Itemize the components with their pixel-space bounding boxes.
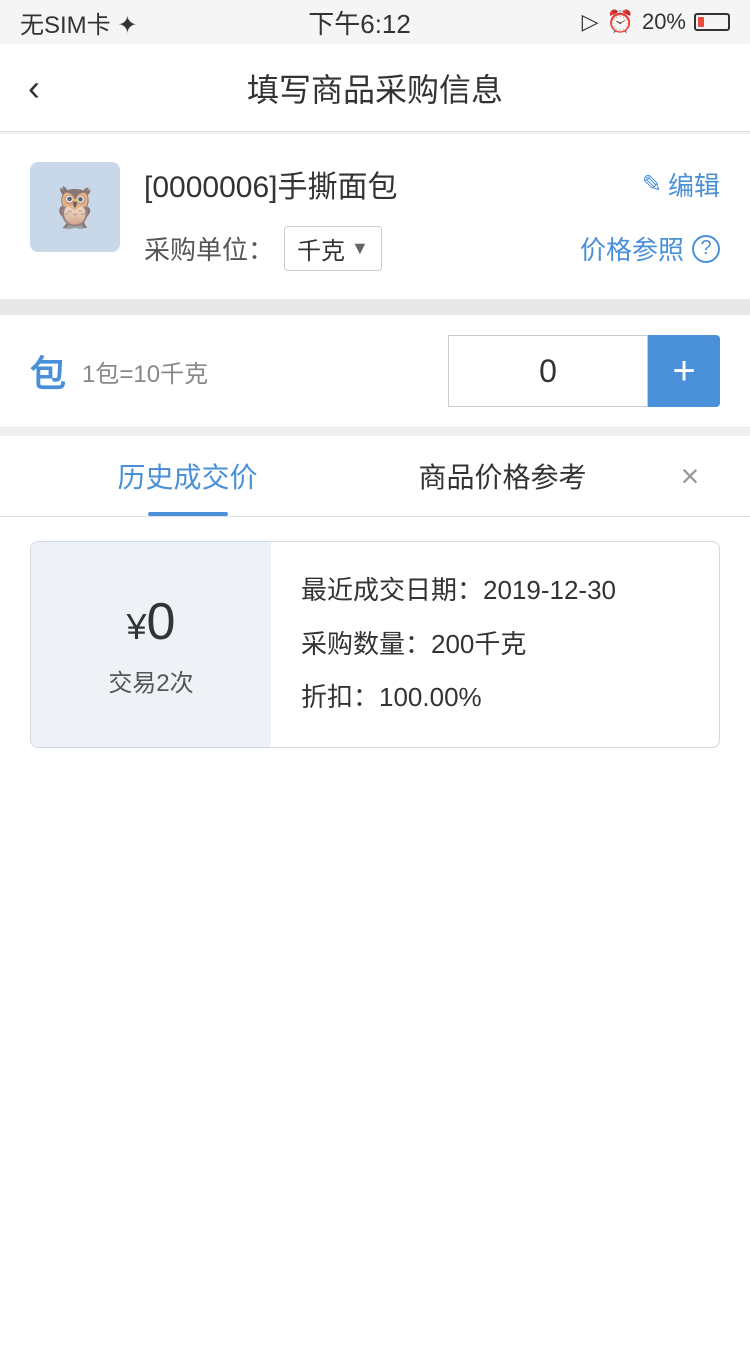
- detail-discount-value: 100.00%: [379, 682, 482, 712]
- quantity-conversion: 1包=10千克: [82, 354, 208, 389]
- tab-history-label: 历史成交价: [117, 456, 257, 496]
- product-info: [0000006]手撕面包 ✎ 编辑 采购单位： 千克 ▼ 价格参照 ?: [144, 162, 720, 271]
- unit-label: 采购单位： 千克 ▼: [144, 226, 382, 271]
- location-icon: ▷: [582, 9, 599, 35]
- close-icon: ×: [681, 458, 700, 495]
- status-time: 下午6:12: [308, 4, 411, 41]
- product-unit-row: 采购单位： 千克 ▼ 价格参照 ?: [144, 226, 720, 271]
- product-thumbnail-icon: 🦉: [50, 184, 100, 231]
- edit-icon: ✎: [642, 170, 662, 199]
- unit-value: 千克: [297, 231, 345, 266]
- unit-select[interactable]: 千克 ▼: [284, 226, 382, 271]
- quantity-input-area: 0 +: [448, 335, 720, 407]
- tab-price-ref[interactable]: 商品价格参考: [345, 436, 660, 516]
- edit-label: 编辑: [668, 166, 720, 203]
- content-fill: [0, 772, 750, 1372]
- quantity-value: 0: [539, 353, 557, 390]
- page-title: 填写商品采购信息: [247, 65, 503, 111]
- plus-icon: +: [672, 349, 695, 394]
- product-name: [0000006]手撕面包: [144, 162, 397, 206]
- transaction-right: 最近成交日期：2019-12-30 采购数量：200千克 折扣：100.00%: [271, 542, 719, 747]
- carrier-text: 无SIM卡 ✦: [20, 5, 137, 40]
- status-indicators: ▷ ⏰ 20%: [582, 9, 730, 35]
- tab-price-ref-label: 商品价格参考: [418, 456, 586, 496]
- back-button[interactable]: ‹: [28, 70, 40, 106]
- status-bar: 无SIM卡 ✦ 下午6:12 ▷ ⏰ 20%: [0, 0, 750, 44]
- quantity-unit-info: 包 1包=10千克: [30, 345, 208, 397]
- quantity-section: 包 1包=10千克 0 +: [0, 315, 750, 428]
- edit-link[interactable]: ✎ 编辑: [642, 166, 720, 203]
- quantity-input[interactable]: 0: [448, 335, 648, 407]
- detail-date-value: 2019-12-30: [483, 575, 616, 605]
- unit-label-text: 采购单位：: [144, 230, 274, 267]
- help-icon: ?: [692, 235, 720, 263]
- price-symbol: ¥: [127, 606, 147, 647]
- product-top-row: [0000006]手撕面包 ✎ 编辑: [144, 162, 720, 206]
- status-carrier: 无SIM卡 ✦: [20, 5, 137, 40]
- detail-date-key: 最近成交日期：: [301, 575, 483, 605]
- product-header: 🦉 [0000006]手撕面包 ✎ 编辑 采购单位： 千克 ▼: [30, 162, 720, 271]
- detail-qty-key: 采购数量：: [301, 629, 431, 659]
- quantity-plus-button[interactable]: +: [648, 335, 720, 407]
- battery-percent: 20%: [642, 9, 686, 35]
- unit-chevron-icon: ▼: [351, 238, 369, 259]
- transaction-detail-discount: 折扣：100.00%: [301, 677, 689, 719]
- tab-close-button[interactable]: ×: [660, 446, 720, 506]
- tabs-header: 历史成交价 商品价格参考 ×: [0, 436, 750, 517]
- price-value: 0: [147, 593, 176, 651]
- transaction-detail-date: 最近成交日期：2019-12-30: [301, 570, 689, 612]
- nav-bar: ‹ 填写商品采购信息: [0, 44, 750, 132]
- detail-discount-key: 折扣：: [301, 682, 379, 712]
- tab-history-price[interactable]: 历史成交价: [30, 436, 345, 516]
- transaction-card: ¥0 交易2次 最近成交日期：2019-12-30 采购数量：200千克 折扣：…: [30, 541, 720, 748]
- transaction-left: ¥0 交易2次: [31, 542, 271, 747]
- product-thumbnail: 🦉: [30, 162, 120, 252]
- price-ref-label: 价格参照: [580, 230, 684, 267]
- battery-icon: [694, 13, 730, 31]
- product-section: 🦉 [0000006]手撕面包 ✎ 编辑 采购单位： 千克 ▼: [0, 134, 750, 299]
- price-ref-link[interactable]: 价格参照 ?: [580, 230, 720, 267]
- transaction-count: 交易2次: [108, 663, 193, 698]
- transaction-price: ¥0: [127, 591, 176, 653]
- alarm-icon: ⏰: [607, 9, 634, 35]
- detail-qty-value: 200千克: [431, 629, 526, 659]
- section-divider: [0, 299, 750, 315]
- tab-content: ¥0 交易2次 最近成交日期：2019-12-30 采购数量：200千克 折扣：…: [0, 517, 750, 772]
- back-icon: ‹: [28, 67, 40, 108]
- tabs-section: 历史成交价 商品价格参考 × ¥0 交易2次 最近成交日期：2019-12-30: [0, 436, 750, 772]
- quantity-unit: 包: [30, 345, 66, 397]
- tab-active-indicator: [148, 512, 228, 516]
- transaction-detail-qty: 采购数量：200千克: [301, 624, 689, 666]
